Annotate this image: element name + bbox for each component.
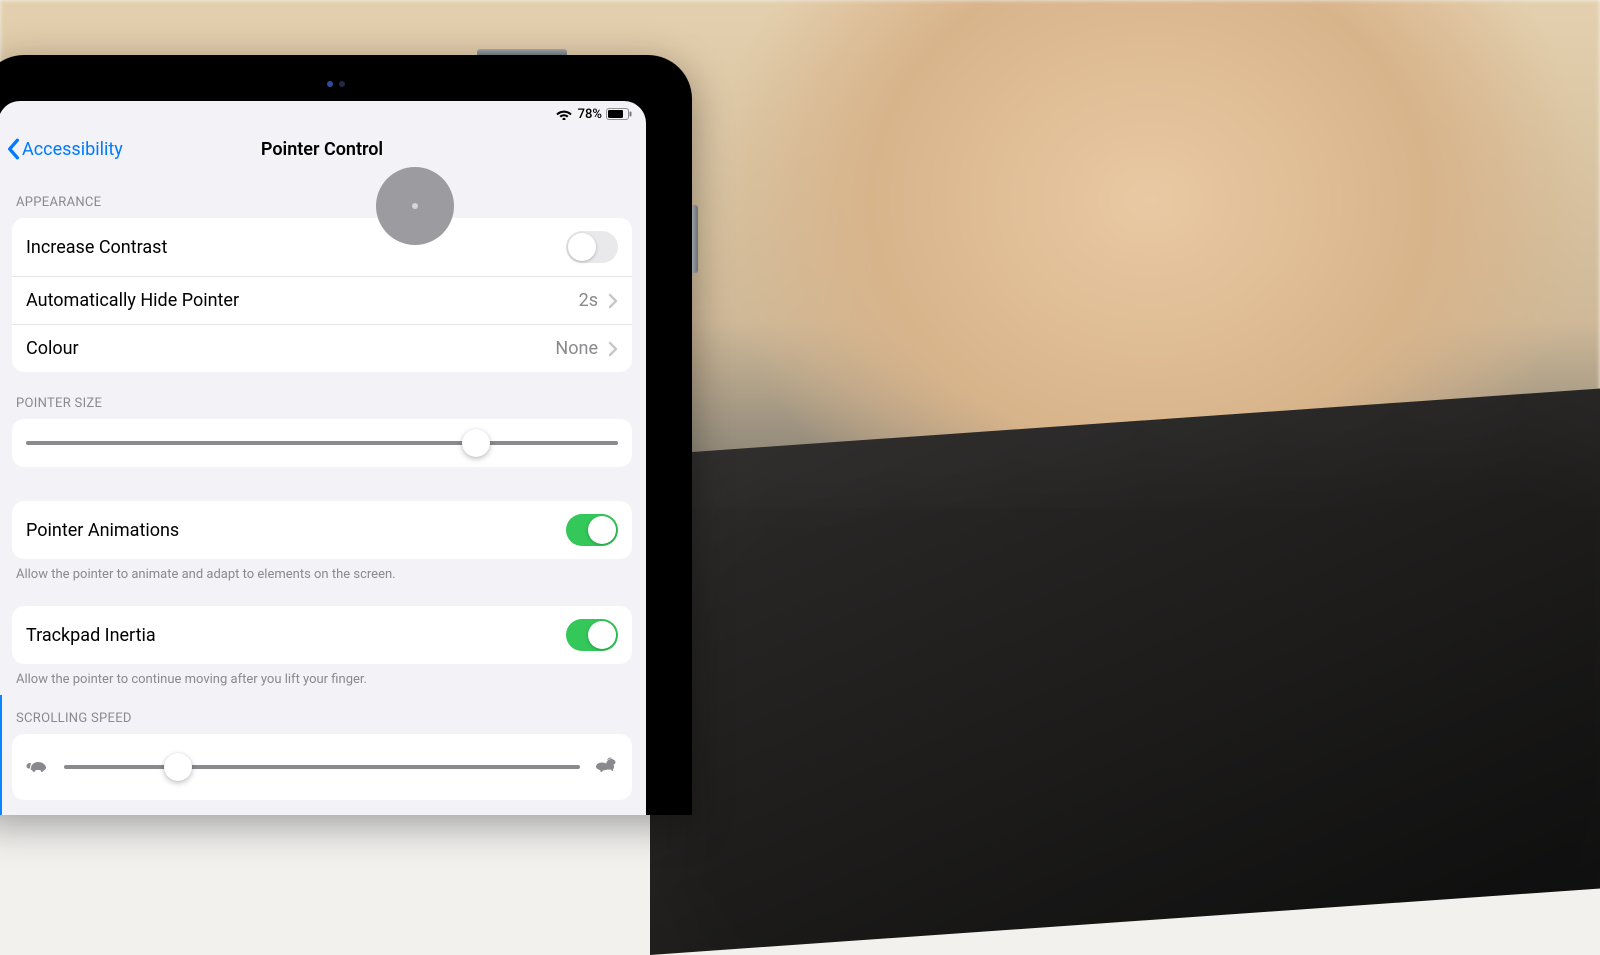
turtle-icon — [26, 756, 52, 778]
chevron-left-icon — [6, 138, 20, 160]
slider-thumb[interactable] — [164, 753, 192, 781]
wifi-icon — [556, 108, 572, 120]
slider-track[interactable] — [26, 441, 618, 445]
group-scrolling-speed — [12, 734, 632, 800]
row-label: Automatically Hide Pointer — [26, 290, 239, 311]
section-header-pointer-size: POINTER SIZE — [12, 372, 632, 419]
screen-title: Pointer Control — [261, 139, 383, 160]
row-auto-hide-pointer[interactable]: Automatically Hide Pointer 2s — [12, 276, 632, 324]
back-button[interactable]: Accessibility — [6, 138, 123, 160]
pointer-preview-icon — [376, 167, 454, 245]
trackpad-surface-photo — [650, 385, 1600, 955]
caption-trackpad-inertia: Allow the pointer to continue moving aft… — [12, 664, 632, 687]
row-colour[interactable]: Colour None — [12, 324, 632, 372]
navigation-bar: Accessibility Pointer Control — [0, 127, 646, 171]
row-label: Trackpad Inertia — [26, 625, 156, 646]
row-label: Increase Contrast — [26, 237, 167, 258]
slider-thumb[interactable] — [462, 429, 490, 457]
section-header-appearance: APPEARANCE — [12, 171, 632, 218]
pointer-size-slider[interactable] — [12, 419, 632, 467]
row-pointer-animations[interactable]: Pointer Animations — [12, 501, 632, 559]
ipad-camera-dots — [327, 81, 345, 87]
group-pointer-size — [12, 419, 632, 467]
scrolling-speed-slider[interactable] — [12, 734, 632, 800]
slider-track[interactable] — [64, 765, 580, 769]
ipad-power-button — [477, 49, 567, 55]
row-trackpad-inertia[interactable]: Trackpad Inertia — [12, 606, 632, 664]
rabbit-icon — [592, 756, 618, 778]
group-pointer-animations: Pointer Animations — [12, 501, 632, 559]
increase-contrast-toggle[interactable] — [566, 231, 618, 263]
ipad-volume-button — [692, 205, 698, 273]
status-bar: 78% — [0, 101, 646, 127]
battery-icon — [606, 108, 632, 120]
ipad-screen: 78% Accessibility Pointer Control APPEAR… — [0, 101, 646, 815]
group-trackpad-inertia: Trackpad Inertia — [12, 606, 632, 664]
pointer-animations-toggle[interactable] — [566, 514, 618, 546]
row-value: 2s — [579, 290, 598, 311]
row-label: Pointer Animations — [26, 520, 179, 541]
chevron-right-icon — [608, 341, 618, 357]
back-button-label: Accessibility — [22, 139, 123, 160]
row-label: Colour — [26, 338, 79, 359]
group-appearance: Increase Contrast Automatically Hide Poi… — [12, 218, 632, 372]
trackpad-inertia-toggle[interactable] — [566, 619, 618, 651]
ipad-frame: 78% Accessibility Pointer Control APPEAR… — [0, 55, 692, 815]
battery-pct-label: 78% — [578, 107, 602, 122]
chevron-right-icon — [608, 293, 618, 309]
row-value: None — [555, 338, 598, 359]
section-header-scrolling-speed: SCROLLING SPEED — [12, 687, 632, 734]
caption-pointer-animations: Allow the pointer to animate and adapt t… — [12, 559, 632, 582]
row-increase-contrast[interactable]: Increase Contrast — [12, 218, 632, 276]
